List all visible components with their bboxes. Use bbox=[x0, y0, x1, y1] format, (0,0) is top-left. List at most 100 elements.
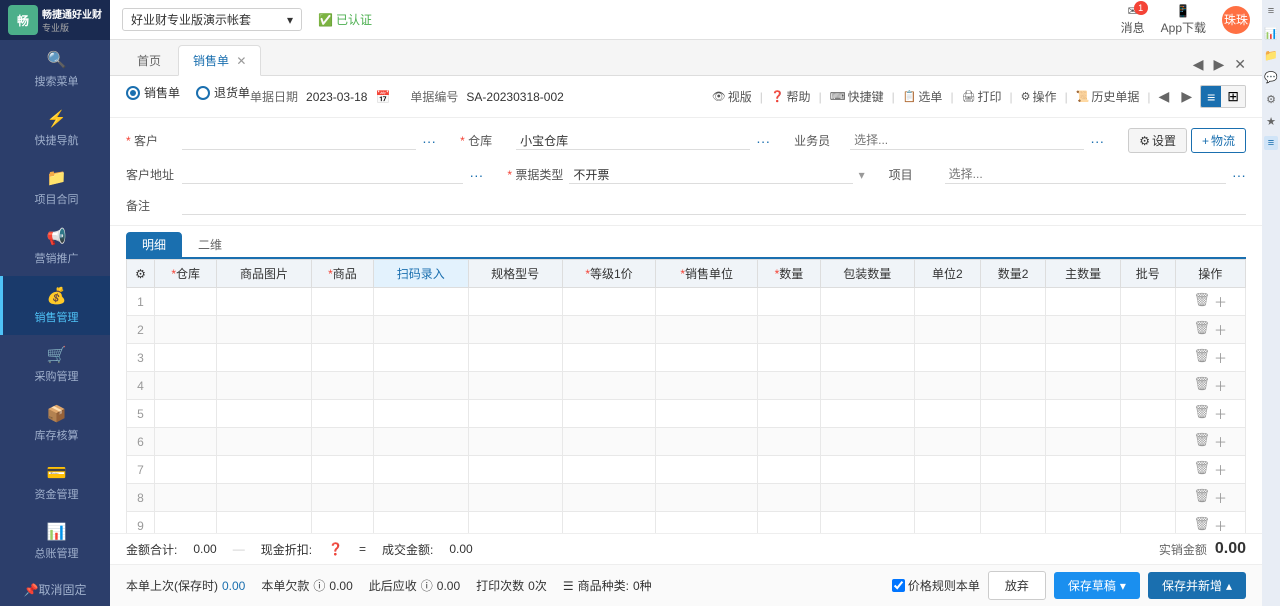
row-add-icon[interactable]: ＋ bbox=[1214, 376, 1227, 395]
price-rule-checkbox[interactable]: 价格规则本单 bbox=[892, 577, 980, 594]
row-delete-icon[interactable]: 🗑 bbox=[1193, 488, 1210, 507]
tab-close-all-button[interactable]: ✕ bbox=[1230, 54, 1250, 75]
customer-input[interactable] bbox=[182, 131, 416, 150]
plus-icon: + bbox=[1202, 134, 1209, 148]
table-row: 4 🗑＋ bbox=[127, 372, 1246, 400]
sidebar-item-nav[interactable]: ⚡ 快捷导航 bbox=[0, 99, 110, 158]
ticket-input[interactable] bbox=[569, 165, 852, 184]
col-scan: 扫码录入 bbox=[374, 260, 468, 288]
product-types-info: ☰ 商品种类: 0种 bbox=[563, 577, 652, 594]
radio-dot-return bbox=[196, 86, 210, 100]
sidebar-item-accounting[interactable]: 📊 总账管理 bbox=[0, 512, 110, 571]
settings-icon: ⚙ bbox=[1139, 134, 1150, 148]
panel-icon-6[interactable]: ★ bbox=[1264, 114, 1278, 128]
user-avatar[interactable]: 珠珠 bbox=[1222, 6, 1250, 34]
tab-prev-button[interactable]: ◀ bbox=[1189, 54, 1208, 75]
sidebar-item-sales[interactable]: 💰 销售管理 bbox=[0, 276, 110, 335]
tab-next-button[interactable]: ▶ bbox=[1209, 54, 1228, 75]
row-delete-icon[interactable]: 🗑 bbox=[1193, 404, 1210, 423]
row-delete-icon[interactable]: 🗑 bbox=[1193, 460, 1210, 479]
operation-btn[interactable]: ⚙ 操作 bbox=[1017, 86, 1061, 107]
panel-icon-5[interactable]: ⚙ bbox=[1264, 92, 1278, 106]
project-dots-icon[interactable]: ··· bbox=[1232, 167, 1246, 183]
form-row-3: 备注 bbox=[126, 196, 1246, 215]
price-rule-input[interactable] bbox=[892, 579, 905, 592]
calendar-icon[interactable]: 📅 bbox=[375, 90, 390, 104]
sidebar-item-inventory[interactable]: 📦 库存核算 bbox=[0, 394, 110, 453]
tab-close-icon[interactable]: ✕ bbox=[236, 54, 246, 68]
sidebar-item-capital[interactable]: 💳 资金管理 bbox=[0, 453, 110, 512]
save-new-button[interactable]: 保存并新增 ▴ bbox=[1148, 572, 1246, 599]
row-delete-icon[interactable]: 🗑 bbox=[1193, 376, 1210, 395]
remark-group: 备注 bbox=[126, 196, 1246, 215]
row-add-icon[interactable]: ＋ bbox=[1214, 432, 1227, 451]
message-button[interactable]: ✉ 1 消息 bbox=[1121, 4, 1145, 36]
row-delete-icon[interactable]: 🗑 bbox=[1193, 516, 1210, 533]
app-download-button[interactable]: 📱 App下载 bbox=[1161, 4, 1206, 36]
panel-icon-1[interactable]: ≡ bbox=[1264, 4, 1278, 18]
add-logistics-button[interactable]: + 物流 bbox=[1191, 128, 1246, 153]
doc-meta: 单据日期 2023-03-18 📅 单据编号 SA-20230318-002 bbox=[250, 88, 564, 105]
tab-detail[interactable]: 明细 bbox=[126, 232, 182, 257]
save-draft-button[interactable]: 保存草稿 ▾ bbox=[1054, 572, 1140, 599]
radio-sales[interactable]: 销售单 bbox=[126, 84, 180, 101]
footer-bar: 本单上次(保存时) 0.00 本单欠款 ⓘ 0.00 此后应收 ⓘ 0.00 打… bbox=[110, 564, 1262, 606]
panel-icon-7[interactable]: ≡ bbox=[1264, 136, 1278, 150]
salesperson-dots-icon[interactable]: ··· bbox=[1090, 133, 1104, 149]
view-list-button[interactable]: ≡ bbox=[1201, 86, 1221, 107]
sidebar-item-purchase[interactable]: 🛒 采购管理 bbox=[0, 335, 110, 394]
doc-nav-next[interactable]: ▶ bbox=[1177, 86, 1196, 107]
product-types-icon: ☰ bbox=[563, 579, 574, 593]
panel-icon-4[interactable]: 💬 bbox=[1264, 70, 1278, 84]
radio-dot-sales bbox=[126, 86, 140, 100]
help-debt-icon: ⓘ bbox=[313, 577, 325, 594]
row-delete-icon[interactable]: 🗑 bbox=[1193, 432, 1210, 451]
panel-icon-3[interactable]: 📁 bbox=[1264, 48, 1278, 62]
row-delete-icon[interactable]: 🗑 bbox=[1193, 320, 1210, 339]
sidebar-unpin[interactable]: 📌取消固定 bbox=[0, 573, 110, 606]
tab-sales[interactable]: 销售单 ✕ bbox=[178, 45, 261, 76]
history-btn[interactable]: 📜 历史单据 bbox=[1072, 86, 1144, 107]
remark-input[interactable] bbox=[182, 196, 1246, 215]
doc-nav-prev[interactable]: ◀ bbox=[1155, 86, 1174, 107]
abandon-button[interactable]: 放弃 bbox=[988, 571, 1046, 600]
help-btn[interactable]: ❓ 帮助 bbox=[767, 86, 815, 107]
view-grid-button[interactable]: ⊞ bbox=[1221, 86, 1245, 107]
row-add-icon[interactable]: ＋ bbox=[1214, 460, 1227, 479]
shortcut-btn[interactable]: ⌨ 快捷键 bbox=[826, 86, 888, 107]
col-settings[interactable]: ⚙ bbox=[127, 260, 155, 288]
project-input[interactable] bbox=[945, 165, 1226, 184]
address-input[interactable] bbox=[182, 165, 463, 184]
sidebar-item-marketing[interactable]: 📢 营销推广 bbox=[0, 217, 110, 276]
row-delete-icon[interactable]: 🗑 bbox=[1193, 348, 1210, 367]
data-table: ⚙ *仓库 商品图片 *商品 扫码录入 规格型号 *等级1价 *销售单位 *数量… bbox=[126, 259, 1246, 533]
ticket-dropdown-icon[interactable]: ▾ bbox=[859, 168, 865, 182]
footer-right: 价格规则本单 放弃 保存草稿 ▾ 保存并新增 ▴ bbox=[892, 571, 1246, 600]
print-btn[interactable]: 🖨 打印 bbox=[958, 86, 1006, 107]
row-add-icon[interactable]: ＋ bbox=[1214, 292, 1227, 311]
row-delete-icon[interactable]: 🗑 bbox=[1193, 292, 1210, 311]
radio-return[interactable]: 退货单 bbox=[196, 84, 250, 101]
address-dots-icon[interactable]: ··· bbox=[469, 167, 483, 183]
table-row: 3 🗑＋ bbox=[127, 344, 1246, 372]
receivable-info: 此后应收 ⓘ 0.00 bbox=[369, 577, 460, 594]
panel-icon-2[interactable]: 📊 bbox=[1264, 26, 1278, 40]
set-button[interactable]: ⚙ 设置 bbox=[1128, 128, 1187, 153]
warehouse-input[interactable] bbox=[516, 131, 750, 150]
sidebar-item-search[interactable]: 🔍 搜索菜单 bbox=[0, 40, 110, 99]
tab-home[interactable]: 首页 bbox=[122, 45, 176, 75]
tab-2d[interactable]: 二维 bbox=[182, 232, 238, 257]
company-selector[interactable]: 好业财专业版演示帐套 ▾ bbox=[122, 8, 302, 31]
row-add-icon[interactable]: ＋ bbox=[1214, 348, 1227, 367]
customer-dots-icon[interactable]: ··· bbox=[422, 133, 436, 149]
row-add-icon[interactable]: ＋ bbox=[1214, 488, 1227, 507]
view-btn[interactable]: 👁 视版 bbox=[708, 86, 756, 107]
salesperson-input[interactable] bbox=[850, 131, 1084, 150]
row-add-icon[interactable]: ＋ bbox=[1214, 404, 1227, 423]
warehouse-dots-icon[interactable]: ··· bbox=[756, 133, 770, 149]
sidebar-item-project[interactable]: 📁 项目合同 bbox=[0, 158, 110, 217]
select-btn[interactable]: 📋 选单 bbox=[899, 86, 947, 107]
row-add-icon[interactable]: ＋ bbox=[1214, 516, 1227, 533]
row-add-icon[interactable]: ＋ bbox=[1214, 320, 1227, 339]
table-scroll[interactable]: ⚙ *仓库 商品图片 *商品 扫码录入 规格型号 *等级1价 *销售单位 *数量… bbox=[126, 259, 1246, 533]
